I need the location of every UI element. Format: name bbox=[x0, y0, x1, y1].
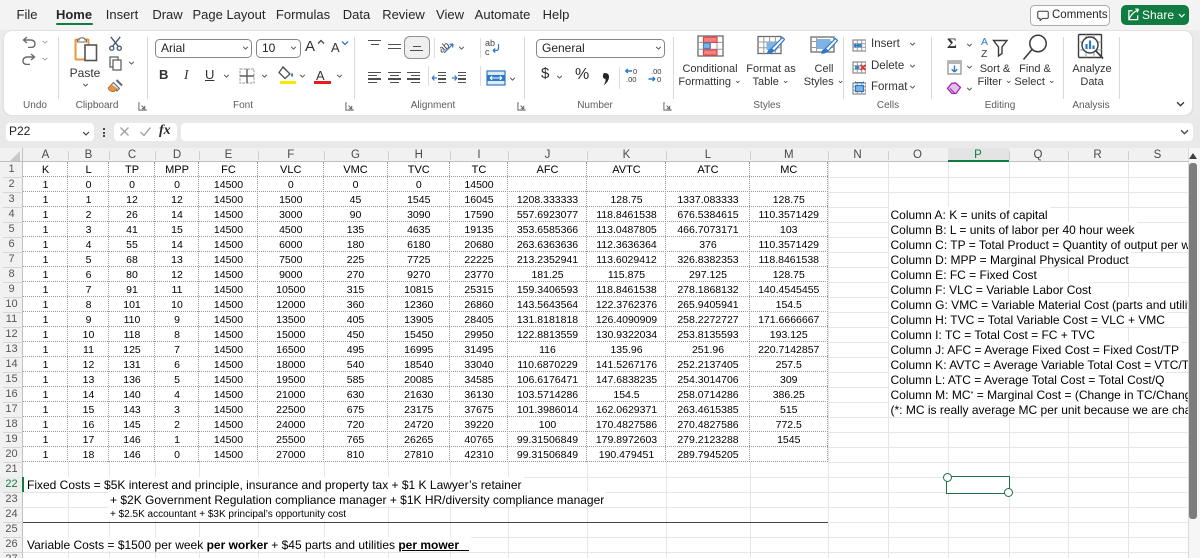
svg-text:.00: .00 bbox=[626, 75, 636, 83]
svg-text:ab: ab bbox=[440, 40, 452, 55]
svg-text:A: A bbox=[981, 36, 988, 48]
svg-text:c: c bbox=[485, 47, 490, 56]
svg-text:Z: Z bbox=[981, 48, 988, 58]
svg-text:0: 0 bbox=[657, 75, 661, 83]
